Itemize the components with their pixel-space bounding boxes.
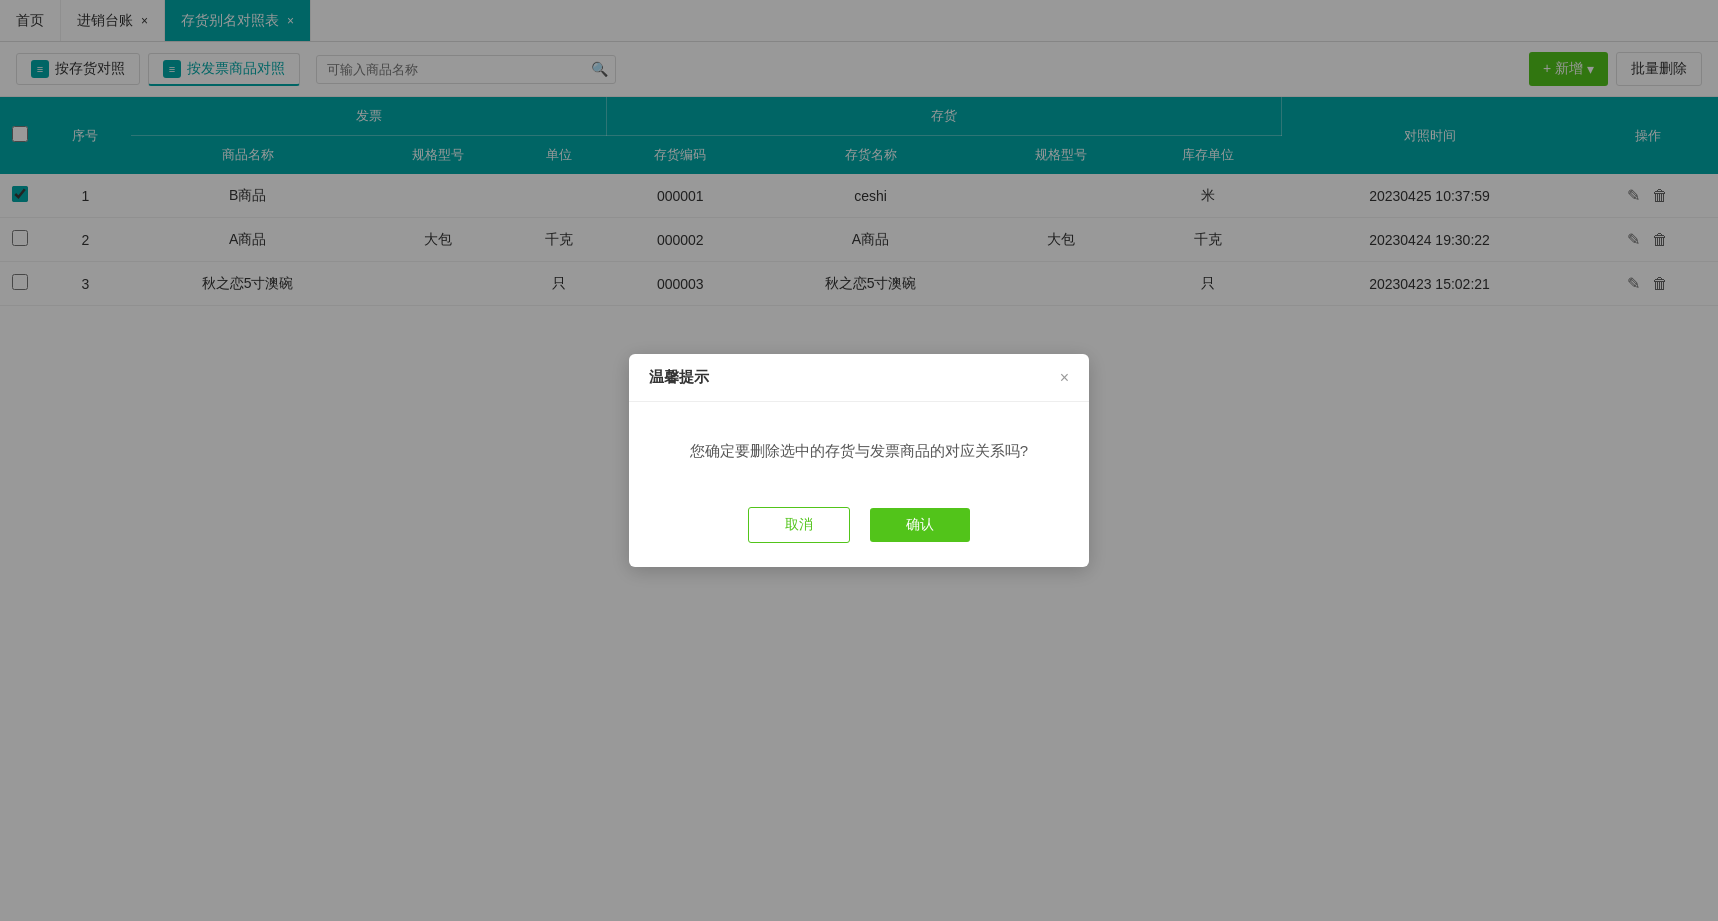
dialog-header: 温馨提示 × [629,354,1089,402]
dialog-confirm-button[interactable]: 确认 [870,508,970,542]
dialog-close-button[interactable]: × [1060,369,1069,387]
dialog-title: 温馨提示 [649,368,709,387]
dialog-message: 您确定要删除选中的存货与发票商品的对应关系吗? [690,442,1028,459]
dialog-footer: 取消 确认 [629,491,1089,567]
dialog-overlay: 温馨提示 × 您确定要删除选中的存货与发票商品的对应关系吗? 取消 确认 [0,0,1718,921]
confirm-dialog: 温馨提示 × 您确定要删除选中的存货与发票商品的对应关系吗? 取消 确认 [629,354,1089,567]
dialog-cancel-button[interactable]: 取消 [748,507,850,543]
dialog-body: 您确定要删除选中的存货与发票商品的对应关系吗? [629,402,1089,491]
